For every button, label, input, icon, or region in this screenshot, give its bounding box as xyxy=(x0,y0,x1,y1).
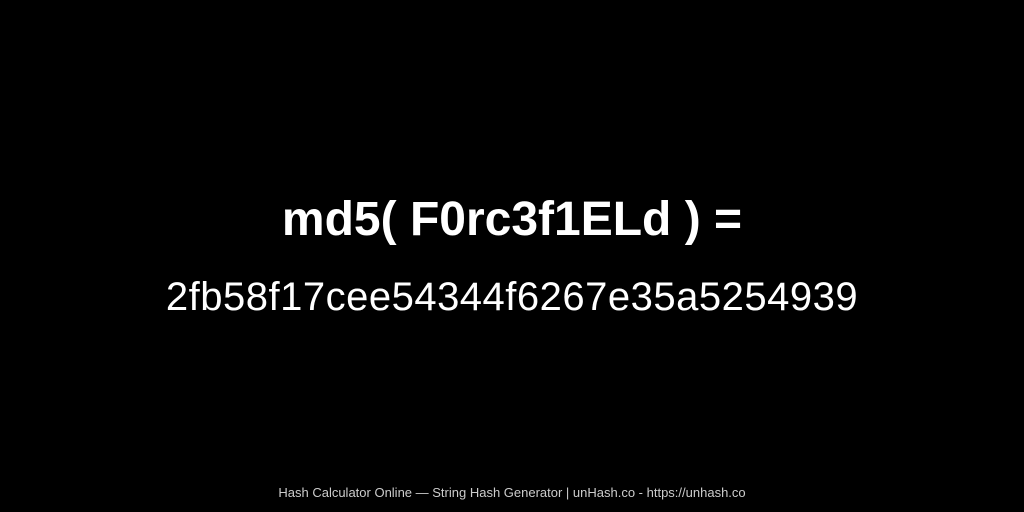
hash-result: 2fb58f17cee54344f6267e35a5254939 xyxy=(166,275,858,320)
hash-expression: md5( F0rc3f1ELd ) = xyxy=(282,192,742,247)
footer-text: Hash Calculator Online — String Hash Gen… xyxy=(0,485,1024,500)
hash-display: md5( F0rc3f1ELd ) = 2fb58f17cee54344f626… xyxy=(166,0,858,512)
